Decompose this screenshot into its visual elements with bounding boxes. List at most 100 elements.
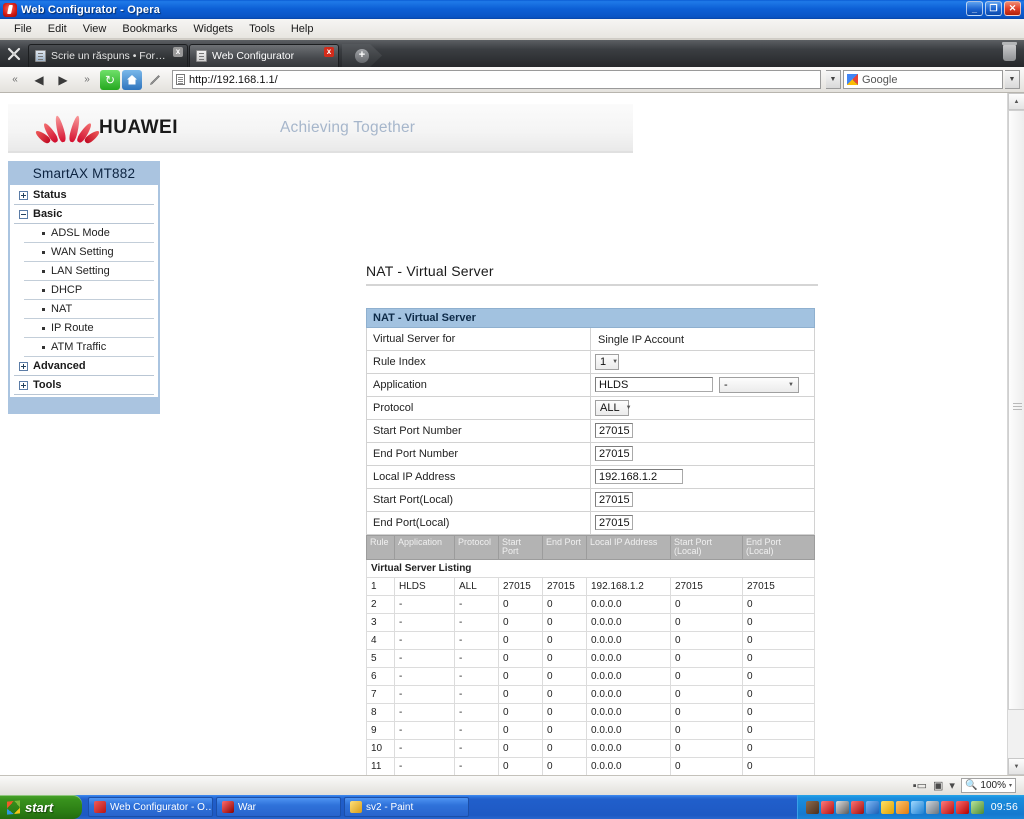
local-ip-address-input[interactable]: 192.168.1.2 <box>595 469 683 485</box>
sidebar-item-label: LAN Setting <box>51 265 110 277</box>
field-cell: Single IP Account <box>590 327 815 351</box>
end-port-local-input[interactable]: 27015 <box>595 515 633 531</box>
network-icon[interactable] <box>865 800 879 814</box>
camera-icon[interactable]: ▣ <box>933 779 943 792</box>
plus-icon[interactable] <box>19 361 28 371</box>
pencil-icon[interactable] <box>144 69 166 91</box>
application-preset-select[interactable]: - ▼ <box>719 376 799 393</box>
sidebar-item-label: NAT <box>51 303 73 315</box>
taskbar-clock[interactable]: 09:56 <box>991 801 1018 813</box>
new-tab-button[interactable]: + <box>342 44 382 67</box>
opera-icon[interactable] <box>940 800 954 814</box>
table-row[interactable]: 2- -0 0 0.0.0.0 0 0 <box>366 594 815 614</box>
table-row[interactable]: 3- -0 0 0.0.0.0 0 0 <box>366 612 815 632</box>
start-port-local-input[interactable]: 27015 <box>595 492 633 508</box>
table-cell: 0 <box>742 756 815 775</box>
scroll-up-button[interactable]: ▲ <box>1008 93 1024 110</box>
app-icon-1[interactable] <box>805 800 819 814</box>
shield-icon[interactable] <box>820 800 834 814</box>
table-row[interactable]: 5- -0 0 0.0.0.0 0 0 <box>366 648 815 668</box>
taskbar-item[interactable]: War <box>216 797 341 817</box>
table-row[interactable]: 6- -0 0 0.0.0.0 0 0 <box>366 666 815 686</box>
browser-tab-active[interactable]: Web Configurator x <box>189 44 339 67</box>
sidebar-group-advanced[interactable]: Advanced <box>14 357 154 376</box>
url-input[interactable]: http://192.168.1.1/ <box>172 70 821 89</box>
sidebar-item-adsl-mode[interactable]: ADSL Mode <box>24 224 154 243</box>
smiley-icon[interactable] <box>880 800 894 814</box>
back-button[interactable]: ◀ <box>28 69 50 91</box>
reload-icon[interactable]: ↻ <box>100 69 120 90</box>
menu-item-edit[interactable]: Edit <box>40 21 75 37</box>
home-icon[interactable] <box>122 69 142 90</box>
menu-item-bookmarks[interactable]: Bookmarks <box>114 21 185 37</box>
utorrent-icon[interactable] <box>970 800 984 814</box>
menu-item-tools[interactable]: Tools <box>241 21 283 37</box>
table-cell: 4 <box>366 630 395 650</box>
start-port-number-input[interactable]: 27015 <box>595 423 633 439</box>
search-input[interactable]: Google <box>843 70 1003 89</box>
windows-flag-icon <box>7 799 20 815</box>
table-row[interactable]: 4- -0 0 0.0.0.0 0 0 <box>366 630 815 650</box>
url-dropdown-icon[interactable]: ▼ <box>826 70 841 89</box>
forward-button[interactable]: ▶ <box>52 69 74 91</box>
table-row[interactable]: 1 HLDS ALL 27015 27015 192.168.1.2 27015 27015 <box>366 576 815 596</box>
maximize-button[interactable]: ❐ <box>985 1 1002 16</box>
table-row[interactable]: 11- -0 0 0.0.0.0 0 0 <box>366 756 815 775</box>
page-scrollbar[interactable]: ▲ ▼ <box>1007 93 1024 775</box>
end-port-number-input[interactable]: 27015 <box>595 446 633 462</box>
tab-close-icon[interactable]: x <box>324 47 334 57</box>
media-icon[interactable] <box>925 800 939 814</box>
plus-icon[interactable] <box>19 380 28 390</box>
orange-ball-icon[interactable] <box>895 800 909 814</box>
table-cell: 3 <box>366 612 395 632</box>
sidebar-item-lan-setting[interactable]: LAN Setting <box>24 262 154 281</box>
zoom-caret-icon[interactable]: ▾ <box>1009 782 1012 789</box>
avg-icon[interactable] <box>850 800 864 814</box>
menu-item-view[interactable]: View <box>75 21 115 37</box>
sidebar-item-ip-route[interactable]: IP Route <box>24 319 154 338</box>
plus-icon[interactable] <box>19 190 28 200</box>
page-icon <box>176 74 185 85</box>
scroll-down-button[interactable]: ▼ <box>1008 758 1024 775</box>
rule-index-select[interactable]: 1 ▼ <box>595 353 619 370</box>
power-icon[interactable] <box>955 800 969 814</box>
virtual-server-for-value: Single IP Account <box>598 334 685 346</box>
search-dropdown-icon[interactable]: ▼ <box>1005 70 1020 89</box>
mouse-icon[interactable] <box>835 800 849 814</box>
taskbar-item[interactable]: sv2 - Paint <box>344 797 469 817</box>
close-button[interactable]: ✕ <box>1004 1 1021 16</box>
sidebar-item-dhcp[interactable]: DHCP <box>24 281 154 300</box>
protocol-select[interactable]: ALL ▼ <box>595 399 632 416</box>
table-row[interactable]: 7- -0 0 0.0.0.0 0 0 <box>366 684 815 704</box>
sidebar-item-nat[interactable]: NAT <box>24 300 154 319</box>
table-row[interactable]: 10- -0 0 0.0.0.0 0 0 <box>366 738 815 758</box>
start-button[interactable]: start <box>0 795 82 819</box>
table-row[interactable]: 9- -0 0 0.0.0.0 0 0 <box>366 720 815 740</box>
globe-icon[interactable] <box>910 800 924 814</box>
sidebar-group-status[interactable]: Status <box>14 186 154 205</box>
menu-item-file[interactable]: File <box>6 21 40 37</box>
wrench-icon[interactable] <box>0 40 28 67</box>
browser-tab[interactable]: Scrie un răspuns • Foru… x <box>28 44 188 67</box>
zoom-control[interactable]: 🔍 100% ▾ <box>960 778 1016 793</box>
sidebar-group-basic[interactable]: Basic <box>14 205 154 224</box>
table-row[interactable]: 8- -0 0 0.0.0.0 0 0 <box>366 702 815 722</box>
taskbar-item[interactable]: Web Configurator - O… <box>88 797 213 817</box>
rewind-button[interactable]: « <box>4 69 26 91</box>
image-toggle-icon[interactable]: ▪▭ <box>913 779 927 792</box>
minimize-button[interactable]: _ <box>966 1 983 16</box>
menu-item-widgets[interactable]: Widgets <box>185 21 241 37</box>
camera-caret-icon[interactable]: ▾ <box>949 779 955 792</box>
tab-close-icon[interactable]: x <box>173 47 183 57</box>
scrollbar-thumb[interactable] <box>1008 110 1024 710</box>
sidebar-group-tools[interactable]: Tools <box>14 376 154 395</box>
application-input[interactable]: HLDS <box>595 377 713 393</box>
sidebar-item-wan-setting[interactable]: WAN Setting <box>24 243 154 262</box>
table-cell: 0 <box>670 594 743 614</box>
sidebar-item-atm-traffic[interactable]: ATM Traffic <box>24 338 154 357</box>
menu-item-help[interactable]: Help <box>283 21 322 37</box>
minus-icon[interactable] <box>19 209 28 219</box>
table-cell: - <box>454 738 499 758</box>
fastforward-button[interactable]: » <box>76 69 98 91</box>
trash-icon[interactable] <box>1002 42 1017 61</box>
